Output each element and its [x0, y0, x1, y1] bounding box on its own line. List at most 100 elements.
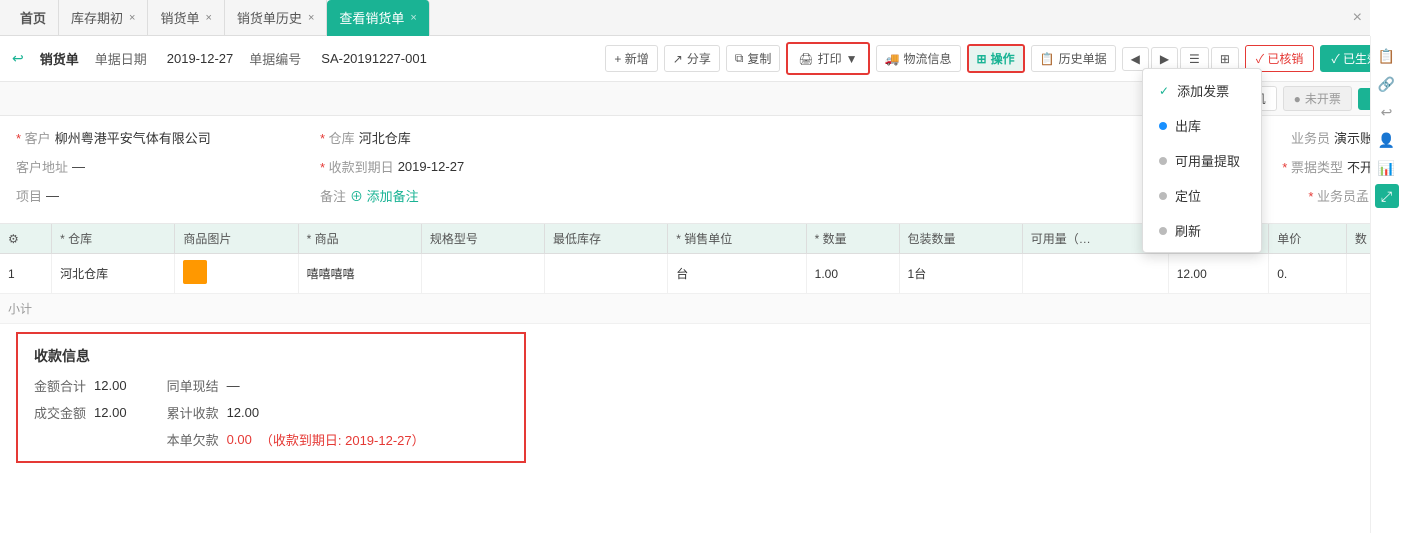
payment-col-right: 同单现结 — 累计收款 12.00 本单欠款 0.00 （收款到期日: 2019… [167, 376, 425, 449]
operations-dropdown: ✓ 添加发票 出库 可用量提取 定位 刷新 [1142, 68, 1262, 253]
cell-pack-qty[interactable]: 1台 [899, 254, 1022, 294]
side-notes-icon[interactable]: 📋 [1375, 44, 1399, 68]
share-label: 分享 [687, 50, 711, 67]
print-icon: 🖨 [798, 52, 813, 66]
history-button[interactable]: 📋 历史单据 [1031, 45, 1116, 72]
amount-total-label: 金额合计 [34, 376, 86, 395]
history-icon: 📋 [1040, 52, 1055, 66]
cell-spec[interactable] [421, 254, 544, 294]
add-invoice-item[interactable]: ✓ 添加发票 [1143, 73, 1261, 108]
payment-info-section: 收款信息 金额合计 12.00 成交金额 12.00 同单现结 — 累计收款 [16, 332, 526, 463]
print-label: 打印 [818, 50, 842, 67]
doc-title-area: ↩ 销货单 单据日期 2019-12-27 单据编号 SA-20191227-0… [12, 49, 427, 68]
effective-check-icon: ✓ [1331, 52, 1339, 66]
tab-view-sales-label: 查看销货单 [339, 8, 404, 27]
project-value[interactable]: — [46, 188, 59, 203]
cell-warehouse[interactable]: 河北仓库 [52, 254, 175, 294]
tab-home[interactable]: 首页 [8, 0, 59, 36]
add-invoice-label: 添加发票 [1177, 81, 1229, 100]
logistics-icon: 🚚 [885, 52, 900, 66]
print-dropdown-arrow[interactable]: ▼ [846, 52, 858, 66]
col-min-stock: 最低库存 [545, 224, 668, 254]
address-value[interactable]: — [72, 159, 85, 174]
tab-sales-history-close[interactable]: × [308, 12, 314, 24]
canceled-check-icon: ✓ [1256, 52, 1264, 66]
refresh-label: 刷新 [1175, 221, 1201, 240]
view-grid-button[interactable]: ☰ [1180, 47, 1209, 71]
cell-qty[interactable]: 1.00 [806, 254, 899, 294]
add-notes-button[interactable]: ⊕ 添加备注 [350, 186, 419, 205]
print-highlight-box: 🖨 打印 ▼ [786, 42, 869, 75]
notes-field: 备注 ⊕ 添加备注 [320, 186, 600, 205]
operations-label: 操作 [991, 50, 1015, 67]
cumulative-payment-label: 累计收款 [167, 403, 219, 422]
toolbar-actions: + 新增 ↗ 分享 ⧉ 复制 🖨 打印 ▼ 🚚 物流信息 [605, 42, 1390, 75]
tab-sales-history-label: 销货单历史 [237, 8, 302, 27]
same-order-settle-value: — [227, 378, 240, 393]
tab-sales-close[interactable]: × [205, 12, 211, 24]
warehouse-field: 仓库 河北仓库 [320, 128, 600, 147]
warehouse-value[interactable]: 河北仓库 [359, 128, 411, 147]
same-order-settle-label: 同单现结 [167, 376, 219, 395]
share-button[interactable]: ↗ 分享 [664, 45, 720, 72]
locate-item[interactable]: 定位 [1143, 178, 1261, 213]
subtotal-row: 小计 [0, 294, 1402, 324]
outbound-label: 出库 [1175, 116, 1201, 135]
window-close-icon[interactable]: × [1353, 9, 1362, 27]
operations-button[interactable]: ⊞ 操作 [969, 46, 1023, 71]
next-button[interactable]: ▶ [1151, 47, 1178, 71]
not-open-button[interactable]: ● 未开票 [1283, 86, 1352, 111]
side-chart-icon[interactable]: 📊 [1375, 156, 1399, 180]
copy-button[interactable]: ⧉ 复制 [726, 45, 781, 72]
side-link-icon[interactable]: 🔗 [1375, 72, 1399, 96]
cell-product[interactable]: 嘻嘻嘻嘻 [298, 254, 421, 294]
customer-field: 客户 柳州粤港平安气体有限公司 [16, 128, 296, 147]
operations-highlight-box: ⊞ 操作 [967, 44, 1025, 73]
doc-type-label: 销货单 [40, 49, 79, 68]
tab-inventory-close[interactable]: × [129, 12, 135, 24]
cell-min-stock [545, 254, 668, 294]
tab-sales-history[interactable]: 销货单历史 × [225, 0, 327, 36]
payment-due-value[interactable]: 2019-12-27 [398, 159, 465, 174]
customer-label: 客户 [16, 128, 51, 147]
col-settings[interactable]: ⚙ [0, 224, 52, 254]
tab-view-sales[interactable]: 查看销货单 × [327, 0, 429, 36]
cell-unit[interactable]: 台 [668, 254, 806, 294]
col-price: 单价 [1269, 224, 1347, 254]
outbound-item[interactable]: 出库 [1143, 108, 1261, 143]
refresh-item[interactable]: 刷新 [1143, 213, 1261, 248]
locate-label: 定位 [1175, 186, 1201, 205]
project-label: 项目 [16, 186, 42, 205]
outstanding-value: 0.00 [227, 432, 252, 447]
tab-bar: 首页 库存期初 × 销货单 × 销货单历史 × 查看销货单 × × [0, 0, 1370, 36]
available-qty-label: 可用量提取 [1175, 151, 1240, 170]
canceled-label: 已核销 [1267, 52, 1303, 66]
number-value: SA-20191227-001 [321, 51, 427, 66]
new-button[interactable]: + 新增 [605, 45, 657, 72]
salesperson-label: 业务员孟 [1308, 186, 1369, 205]
prev-button[interactable]: ◀ [1122, 47, 1149, 71]
side-expand-icon[interactable]: ⤢ [1375, 184, 1399, 208]
new-label: + 新增 [614, 50, 648, 67]
cumulative-payment-field: 累计收款 12.00 [167, 403, 425, 422]
cell-price[interactable]: 0. [1269, 254, 1347, 294]
side-user-icon[interactable]: 👤 [1375, 128, 1399, 152]
tab-sales[interactable]: 销货单 × [148, 0, 224, 36]
logistics-button[interactable]: 🚚 物流信息 [876, 45, 961, 72]
project-field: 项目 — [16, 186, 296, 205]
col-warehouse: * 仓库 [52, 224, 175, 254]
address-label: 客户地址 [16, 157, 68, 176]
amount-total-field: 金额合计 12.00 [34, 376, 127, 395]
not-open-icon: ● [1294, 92, 1301, 106]
customer-value[interactable]: 柳州粤港平安气体有限公司 [55, 128, 211, 147]
tab-inventory[interactable]: 库存期初 × [59, 0, 148, 36]
cell-current-stock: 12.00 [1168, 254, 1268, 294]
payment-title: 收款信息 [34, 346, 508, 366]
print-button[interactable]: 🖨 打印 ▼ [790, 46, 865, 71]
available-qty-item[interactable]: 可用量提取 [1143, 143, 1261, 178]
side-return-icon[interactable]: ↩ [1375, 100, 1399, 124]
share-icon: ↗ [673, 52, 683, 66]
available-qty-dot-icon [1159, 157, 1167, 165]
view-list-button[interactable]: ⊞ [1211, 47, 1239, 71]
tab-view-sales-close[interactable]: × [410, 12, 416, 24]
